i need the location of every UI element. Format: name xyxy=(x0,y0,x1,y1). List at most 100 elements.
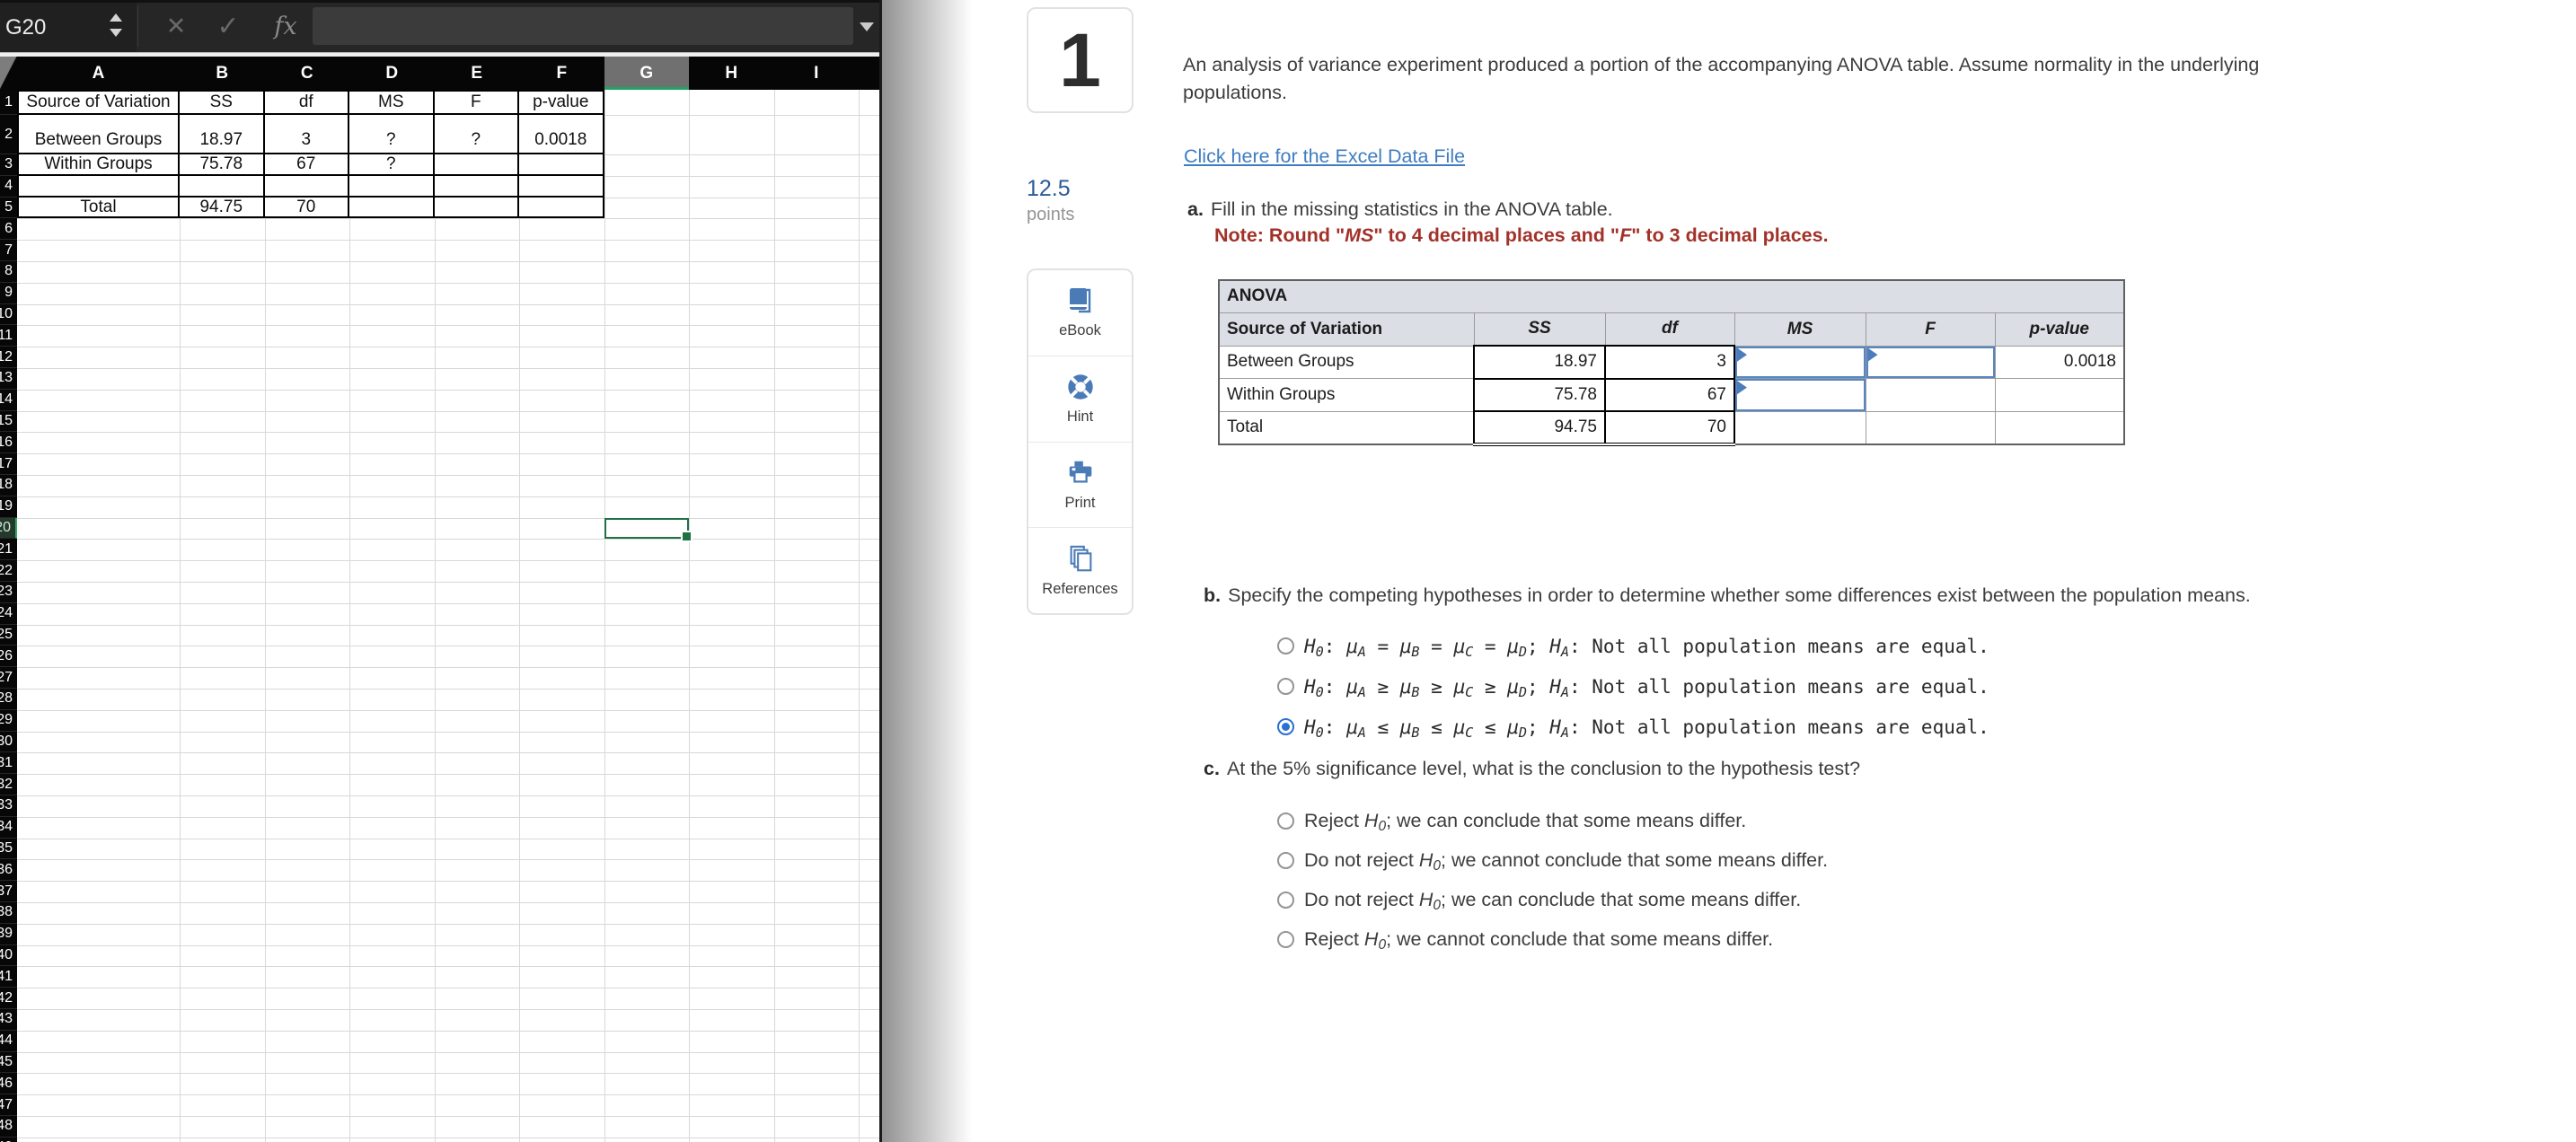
row-header-19[interactable]: 19 xyxy=(0,496,17,518)
row-header-1[interactable]: 1 xyxy=(0,90,17,115)
hypothesis-option-1[interactable]: H0: μA = μB = μC = μD; HA: Not all popul… xyxy=(1277,632,1989,660)
cell-A1[interactable]: Source of Variation xyxy=(17,90,180,115)
name-box-spinner[interactable] xyxy=(106,0,128,52)
f-between-groups-input[interactable] xyxy=(1865,345,1996,379)
tool-ebook-button[interactable]: eBook xyxy=(1028,270,1132,356)
selected-cell-G20[interactable] xyxy=(604,517,693,543)
cell-A3[interactable]: Within Groups xyxy=(17,154,180,176)
column-header-C[interactable]: C xyxy=(265,57,350,90)
row-header-39[interactable]: 39 xyxy=(0,923,17,945)
row-header-9[interactable]: 9 xyxy=(0,282,17,304)
tool-hint-button[interactable]: Hint xyxy=(1028,356,1132,443)
cell-E4[interactable] xyxy=(434,175,519,198)
radio-unselected[interactable] xyxy=(1277,851,1294,869)
row-header-21[interactable]: 21 xyxy=(0,539,17,561)
spinner-up-icon[interactable] xyxy=(110,13,122,22)
cell-B1[interactable]: SS xyxy=(180,90,265,115)
row-header-12[interactable]: 12 xyxy=(0,347,17,368)
cell-B4[interactable] xyxy=(180,175,265,198)
conclusion-option-1[interactable]: Reject H0; we can conclude that some mea… xyxy=(1277,808,1828,833)
hypothesis-option-2[interactable]: H0: μA ≥ μB ≥ μC ≥ μD; HA: Not all popul… xyxy=(1277,672,1989,700)
cell-C1[interactable]: df xyxy=(264,90,349,115)
cell-D1[interactable]: MS xyxy=(349,90,435,115)
cell-E5[interactable] xyxy=(434,197,519,219)
cancel-entry-icon[interactable]: ✕ xyxy=(160,0,192,52)
cell-E1[interactable]: F xyxy=(434,90,519,115)
selection-fill-handle[interactable] xyxy=(681,531,693,543)
row-header-4[interactable]: 4 xyxy=(0,175,17,198)
cell-F5[interactable] xyxy=(519,197,604,219)
column-header-H[interactable]: H xyxy=(689,57,774,90)
row-header-18[interactable]: 18 xyxy=(0,475,17,496)
cell-F3[interactable] xyxy=(519,154,604,176)
spinner-down-icon[interactable] xyxy=(110,29,122,37)
row-header-30[interactable]: 30 xyxy=(0,731,17,753)
row-header-36[interactable]: 36 xyxy=(0,859,17,882)
column-header-B[interactable]: B xyxy=(180,57,265,90)
tool-references-button[interactable]: References xyxy=(1028,528,1132,613)
column-header-A[interactable]: A xyxy=(17,57,180,90)
column-header-D[interactable]: D xyxy=(349,57,435,90)
row-header-45[interactable]: 45 xyxy=(0,1051,17,1074)
excel-data-file-link[interactable]: Click here for the Excel Data File xyxy=(1184,145,1465,168)
cell-A2[interactable]: Between Groups xyxy=(17,115,180,154)
row-header-40[interactable]: 40 xyxy=(0,944,17,967)
cell-D4[interactable] xyxy=(349,175,435,198)
conclusion-option-2[interactable]: Do not reject H0; we cannot conclude tha… xyxy=(1277,848,1828,873)
answer-input-box[interactable] xyxy=(1735,379,1866,411)
hypothesis-option-3[interactable]: H0: μA ≤ μB ≤ μC ≤ μD; HA: Not all popul… xyxy=(1277,713,1989,741)
tool-print-button[interactable]: Print xyxy=(1028,443,1132,529)
row-header-26[interactable]: 26 xyxy=(0,646,17,668)
cell-B5[interactable]: 94.75 xyxy=(180,198,265,219)
row-header-43[interactable]: 43 xyxy=(0,1009,17,1031)
row-header-28[interactable]: 28 xyxy=(0,689,17,710)
cell-A4[interactable] xyxy=(17,175,180,198)
cell-E2[interactable]: ? xyxy=(434,115,519,154)
row-header-27[interactable]: 27 xyxy=(0,667,17,689)
row-header-38[interactable]: 38 xyxy=(0,902,17,924)
cell-F1[interactable]: p-value xyxy=(519,90,604,115)
cell-B2[interactable]: 18.97 xyxy=(180,115,265,154)
cell-C4[interactable] xyxy=(264,175,349,198)
row-header-42[interactable]: 42 xyxy=(0,988,17,1009)
cell-D5[interactable] xyxy=(349,197,435,219)
radio-unselected[interactable] xyxy=(1277,891,1294,909)
cell-F4[interactable] xyxy=(519,175,604,198)
row-header-37[interactable]: 37 xyxy=(0,881,17,902)
radio-selected[interactable] xyxy=(1277,718,1294,735)
row-header-16[interactable]: 16 xyxy=(0,432,17,454)
answer-input-box[interactable] xyxy=(1866,346,1995,378)
cell-D3[interactable]: ? xyxy=(349,154,435,176)
row-header-7[interactable]: 7 xyxy=(0,240,17,261)
column-header-E[interactable]: E xyxy=(435,57,520,90)
row-header-15[interactable]: 15 xyxy=(0,410,17,433)
row-header-41[interactable]: 41 xyxy=(0,966,17,988)
insert-function-icon[interactable]: fx xyxy=(266,0,305,52)
conclusion-option-4[interactable]: Reject H0; we cannot conclude that some … xyxy=(1277,927,1828,952)
confirm-entry-icon[interactable]: ✓ xyxy=(212,0,244,52)
row-header-5[interactable]: 5 xyxy=(0,197,17,219)
row-header-22[interactable]: 22 xyxy=(0,560,17,582)
row-header-17[interactable]: 17 xyxy=(0,453,17,475)
row-header-11[interactable]: 11 xyxy=(0,325,17,347)
cell-C5[interactable]: 70 xyxy=(264,198,349,219)
row-header-14[interactable]: 14 xyxy=(0,389,17,411)
cell-A5[interactable]: Total xyxy=(17,198,180,219)
cell-C3[interactable]: 67 xyxy=(264,154,349,176)
row-header-23[interactable]: 23 xyxy=(0,582,17,603)
conclusion-option-3[interactable]: Do not reject H0; we can conclude that s… xyxy=(1277,887,1828,912)
row-header-24[interactable]: 24 xyxy=(0,602,17,625)
radio-unselected[interactable] xyxy=(1277,637,1294,654)
row-header-29[interactable]: 29 xyxy=(0,709,17,732)
row-header-33[interactable]: 33 xyxy=(0,795,17,817)
row-header-20[interactable]: 20 xyxy=(0,517,17,540)
radio-unselected[interactable] xyxy=(1277,678,1294,695)
column-header-I[interactable]: I xyxy=(774,57,860,90)
cell-C2[interactable]: 3 xyxy=(264,115,349,154)
row-header-49[interactable]: 49 xyxy=(0,1137,17,1142)
row-header-32[interactable]: 32 xyxy=(0,774,17,795)
ms-within-groups-input[interactable] xyxy=(1734,378,1866,412)
row-header-3[interactable]: 3 xyxy=(0,154,17,176)
row-header-34[interactable]: 34 xyxy=(0,816,17,839)
row-header-47[interactable]: 47 xyxy=(0,1094,17,1116)
